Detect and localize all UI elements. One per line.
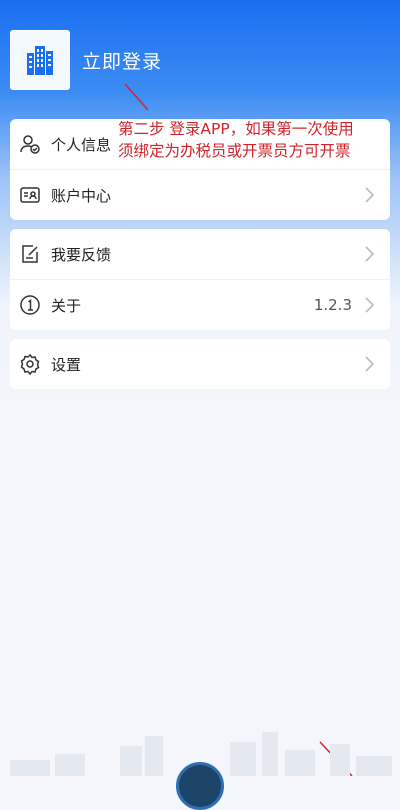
annotation-line-1: 第二步 登录APP，如果第一次使用 [118,120,354,138]
annotation-text: 第二步 登录APP，如果第一次使用 须绑定为办税员或开票员方可开票 [118,118,398,162]
annotation-line-2: 须绑定为办税员或开票员方可开票 [118,142,351,160]
bottom-center-button[interactable] [176,762,224,810]
annotation-arrow [124,83,353,776]
